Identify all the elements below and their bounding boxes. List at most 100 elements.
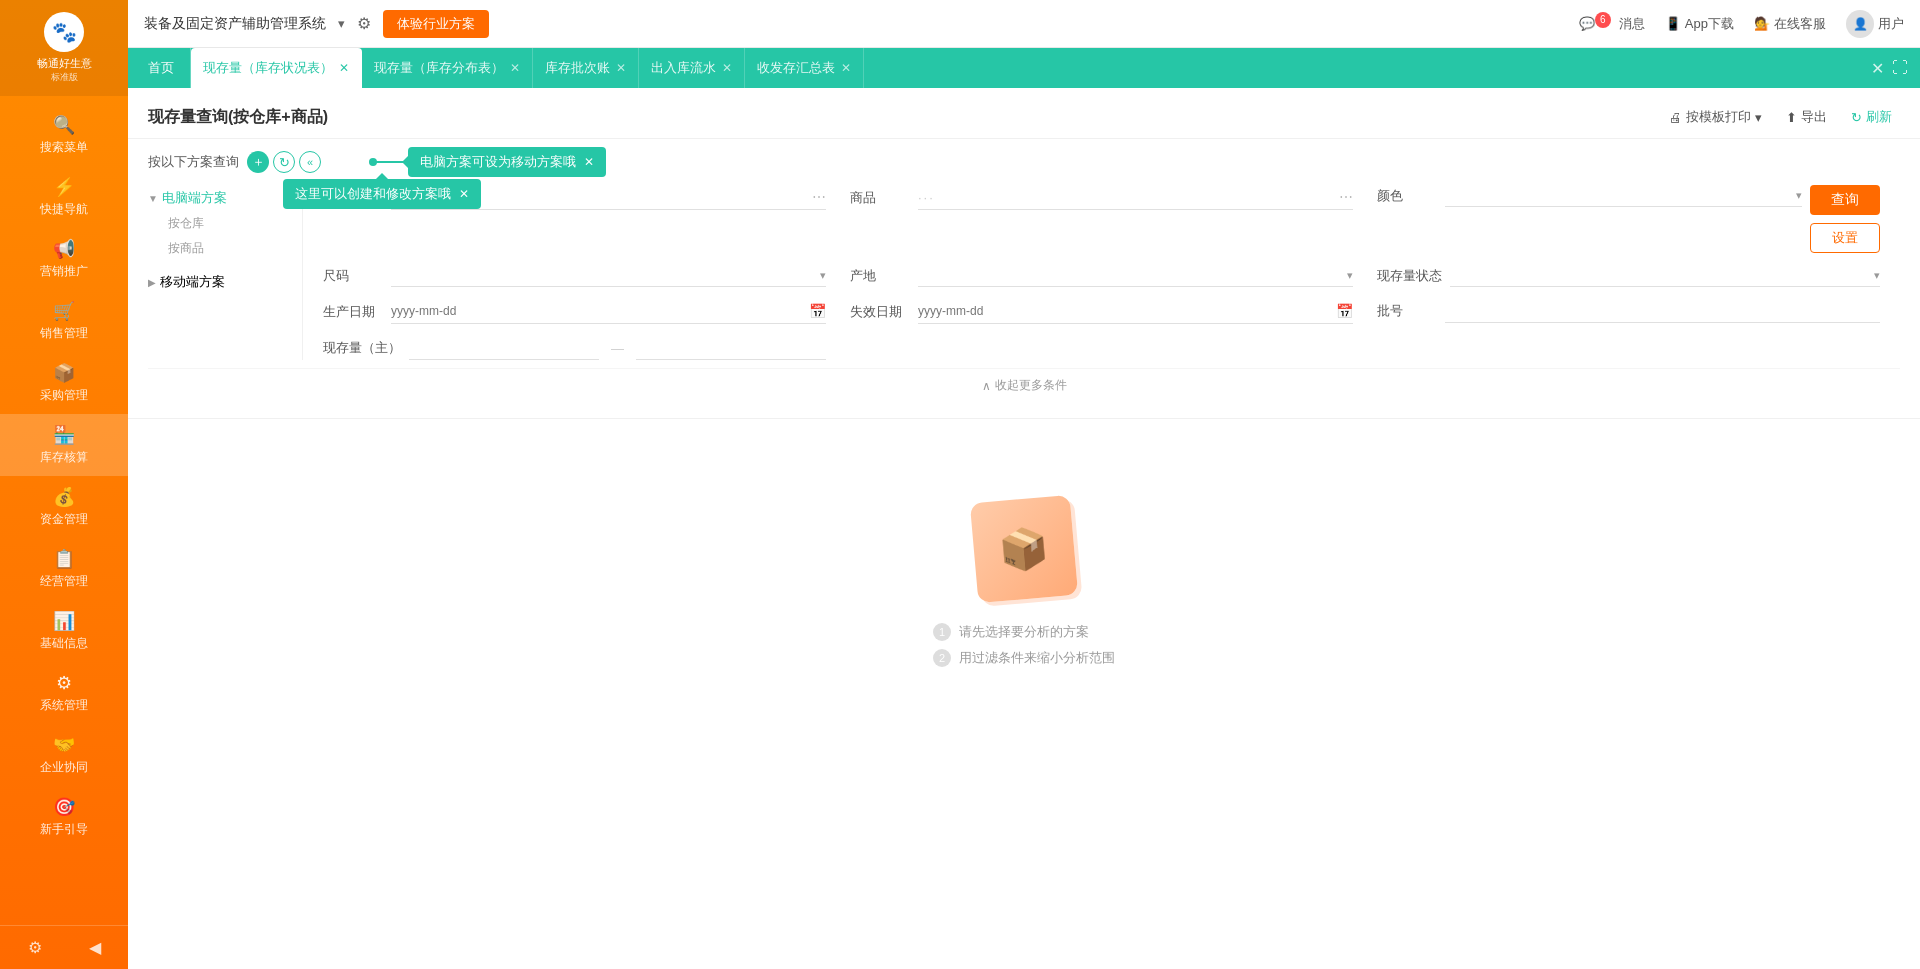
page-actions: 🖨 按模板打印 ▾ ⬆ 导出 ↻ 刷新 (1661, 104, 1900, 130)
trial-button[interactable]: 体验行业方案 (383, 10, 489, 38)
sidebar-footer: ⚙ ◀ (0, 925, 128, 969)
sidebar-item-operations[interactable]: 📋 经营管理 (0, 538, 128, 600)
page-title: 现存量查询(按仓库+商品) (148, 107, 328, 128)
tab-batch-account-close[interactable]: ✕ (616, 61, 626, 75)
tab-receive-summary-close[interactable]: ✕ (841, 61, 851, 75)
sidebar: 🐾 畅通好生意 标准版 🔍 搜索菜单 ⚡ 快捷导航 📢 营销推广 🛒 销售管理 … (0, 0, 128, 969)
tab-fullscreen-icon[interactable]: ⛶ (1892, 59, 1908, 77)
sidebar-item-finance[interactable]: 💰 资金管理 (0, 476, 128, 538)
quick-nav-icon: ⚡ (53, 176, 75, 198)
message-action[interactable]: 💬 6 消息 (1579, 15, 1645, 33)
app-download-action[interactable]: 📱 App下载 (1665, 15, 1734, 33)
print-label: 按模板打印 (1686, 108, 1751, 126)
setup-button[interactable]: 设置 (1810, 223, 1880, 253)
system-name: 装备及固定资产辅助管理系统 (144, 15, 326, 33)
user-action[interactable]: 👤 用户 (1846, 10, 1904, 38)
app-download-label: App下载 (1685, 15, 1734, 33)
empty-tip-2: 2 用过滤条件来缩小分析范围 (933, 645, 1115, 671)
sidebar-item-guide[interactable]: 🎯 新手引导 (0, 786, 128, 848)
scheme-tree-desktop[interactable]: ▼ 电脑端方案 (148, 185, 294, 211)
sidebar-item-system[interactable]: ⚙ 系统管理 (0, 662, 128, 724)
goods-more-icon: ⋯ (1339, 189, 1353, 205)
sidebar-nav: 🔍 搜索菜单 ⚡ 快捷导航 📢 营销推广 🛒 销售管理 📦 采购管理 🏪 库存核… (0, 96, 128, 925)
refresh-scheme-button[interactable]: ↻ (273, 151, 295, 173)
batch-input[interactable] (1445, 299, 1880, 323)
tab-inout-flow-close[interactable]: ✕ (722, 61, 732, 75)
batch-label: 批号 (1377, 302, 1437, 320)
sidebar-item-search[interactable]: 🔍 搜索菜单 (0, 104, 128, 166)
collapse-sidebar-icon[interactable]: ◀ (89, 938, 101, 957)
stock-status-select[interactable]: ▾ (1450, 265, 1880, 287)
refresh-icon: ↻ (1851, 110, 1862, 125)
scheme-tree: ▼ 电脑端方案 按仓库 按商品 ▶ (148, 185, 303, 360)
sidebar-item-base-info[interactable]: 📊 基础信息 (0, 600, 128, 662)
size-select[interactable]: ▾ (391, 265, 826, 287)
sidebar-item-marketing[interactable]: 📢 营销推广 (0, 228, 128, 290)
tab-inventory-dist-label: 现存量（库存分布表） (374, 59, 504, 77)
expire-date-input[interactable] (918, 304, 1336, 318)
expire-date-icon: 📅 (1336, 303, 1353, 319)
goods-select[interactable]: ··· ⋯ (918, 185, 1353, 210)
batch-filter: 批号 (1377, 299, 1880, 323)
stock-main-to-input[interactable] (636, 336, 826, 360)
empty-icon: 📦 (997, 523, 1051, 574)
stock-main-filter: 现存量（主） — (323, 336, 826, 360)
guide-icon: 🎯 (53, 796, 75, 818)
settings-icon[interactable]: ⚙ (357, 14, 371, 33)
export-button[interactable]: ⬆ 导出 (1778, 104, 1835, 130)
tab-home-label: 首页 (148, 59, 174, 77)
stock-main-from-input[interactable] (409, 336, 599, 360)
scheme-tree-goods[interactable]: 按商品 (164, 236, 294, 261)
tip-num-1: 1 (933, 623, 951, 641)
prod-date-input[interactable] (391, 304, 809, 318)
finance-icon: 💰 (53, 486, 75, 508)
online-service-action[interactable]: 💁 在线客服 (1754, 15, 1826, 33)
collapse-button[interactable]: ∧ 收起更多条件 (982, 377, 1067, 394)
tab-bar: 首页 现存量（库存状况表） ✕ 现存量（库存分布表） ✕ 库存批次账 ✕ 出入库… (128, 48, 1920, 88)
sidebar-item-inventory[interactable]: 🏪 库存核算 (0, 414, 128, 476)
collapse-icon: ▶ (148, 277, 156, 288)
origin-filter: 产地 ▾ (850, 265, 1353, 287)
chevron-down-icon: ▾ (338, 16, 345, 31)
brand-badge: 标准版 (37, 71, 92, 84)
sidebar-item-sales[interactable]: 🛒 销售管理 (0, 290, 128, 352)
tab-receive-summary[interactable]: 收发存汇总表 ✕ (745, 48, 864, 88)
service-icon: 💁 (1754, 16, 1770, 31)
scheme-tree-mobile[interactable]: ▶ 移动端方案 (148, 269, 294, 295)
tab-batch-account[interactable]: 库存批次账 ✕ (533, 48, 639, 88)
sidebar-item-quick-nav[interactable]: ⚡ 快捷导航 (0, 166, 128, 228)
tab-inventory-dist-close[interactable]: ✕ (510, 61, 520, 75)
top-header: 装备及固定资产辅助管理系统 ▾ ⚙ 体验行业方案 💬 6 消息 📱 App下载 … (128, 0, 1920, 48)
sidebar-item-purchase[interactable]: 📦 采购管理 (0, 352, 128, 414)
scheme-edit-tooltip-close[interactable]: ✕ (459, 187, 469, 201)
system-select-dropdown[interactable]: ▾ (338, 16, 345, 31)
scheme-tooltip-close[interactable]: ✕ (584, 155, 594, 169)
print-button[interactable]: 🖨 按模板打印 ▾ (1661, 104, 1770, 130)
color-arrow-icon: ▾ (1796, 189, 1802, 202)
stock-main-label: 现存量（主） (323, 339, 401, 357)
filter-grid: 仓库 ··· ⋯ 商品 ··· ⋯ (303, 185, 1900, 360)
refresh-button[interactable]: ↻ 刷新 (1843, 104, 1900, 130)
tab-inout-flow[interactable]: 出入库流水 ✕ (639, 48, 745, 88)
query-button[interactable]: 查询 (1810, 185, 1880, 215)
empty-tips: 1 请先选择要分析的方案 2 用过滤条件来缩小分析范围 (933, 619, 1115, 671)
back-scheme-button[interactable]: « (299, 151, 321, 173)
tab-inventory-dist[interactable]: 现存量（库存分布表） ✕ (362, 48, 533, 88)
tip-text-2: 用过滤条件来缩小分析范围 (959, 645, 1115, 671)
tab-close-all-icon[interactable]: ✕ (1871, 59, 1884, 78)
origin-select[interactable]: ▾ (918, 265, 1353, 287)
color-select[interactable]: ▾ (1445, 185, 1802, 207)
filter-header: 按以下方案查询 ＋ ↻ « 电脑方案可设为移动方案哦 ✕ (148, 151, 1900, 173)
scheme-tree-warehouse[interactable]: 按仓库 (164, 211, 294, 236)
tab-inventory-status-label: 现存量（库存状况表） (203, 59, 333, 77)
sidebar-item-cooperation[interactable]: 🤝 企业协同 (0, 724, 128, 786)
stock-status-filter: 现存量状态 ▾ (1377, 265, 1880, 287)
tab-inventory-status-close[interactable]: ✕ (339, 61, 349, 75)
add-scheme-button[interactable]: ＋ (247, 151, 269, 173)
expire-date-filter: 失效日期 📅 (850, 299, 1353, 324)
sales-icon: 🛒 (53, 300, 75, 322)
settings-bottom-icon[interactable]: ⚙ (28, 938, 42, 957)
tab-inventory-status[interactable]: 现存量（库存状况表） ✕ (191, 48, 362, 88)
search-icon: 🔍 (53, 114, 75, 136)
tab-home[interactable]: 首页 (132, 48, 191, 88)
